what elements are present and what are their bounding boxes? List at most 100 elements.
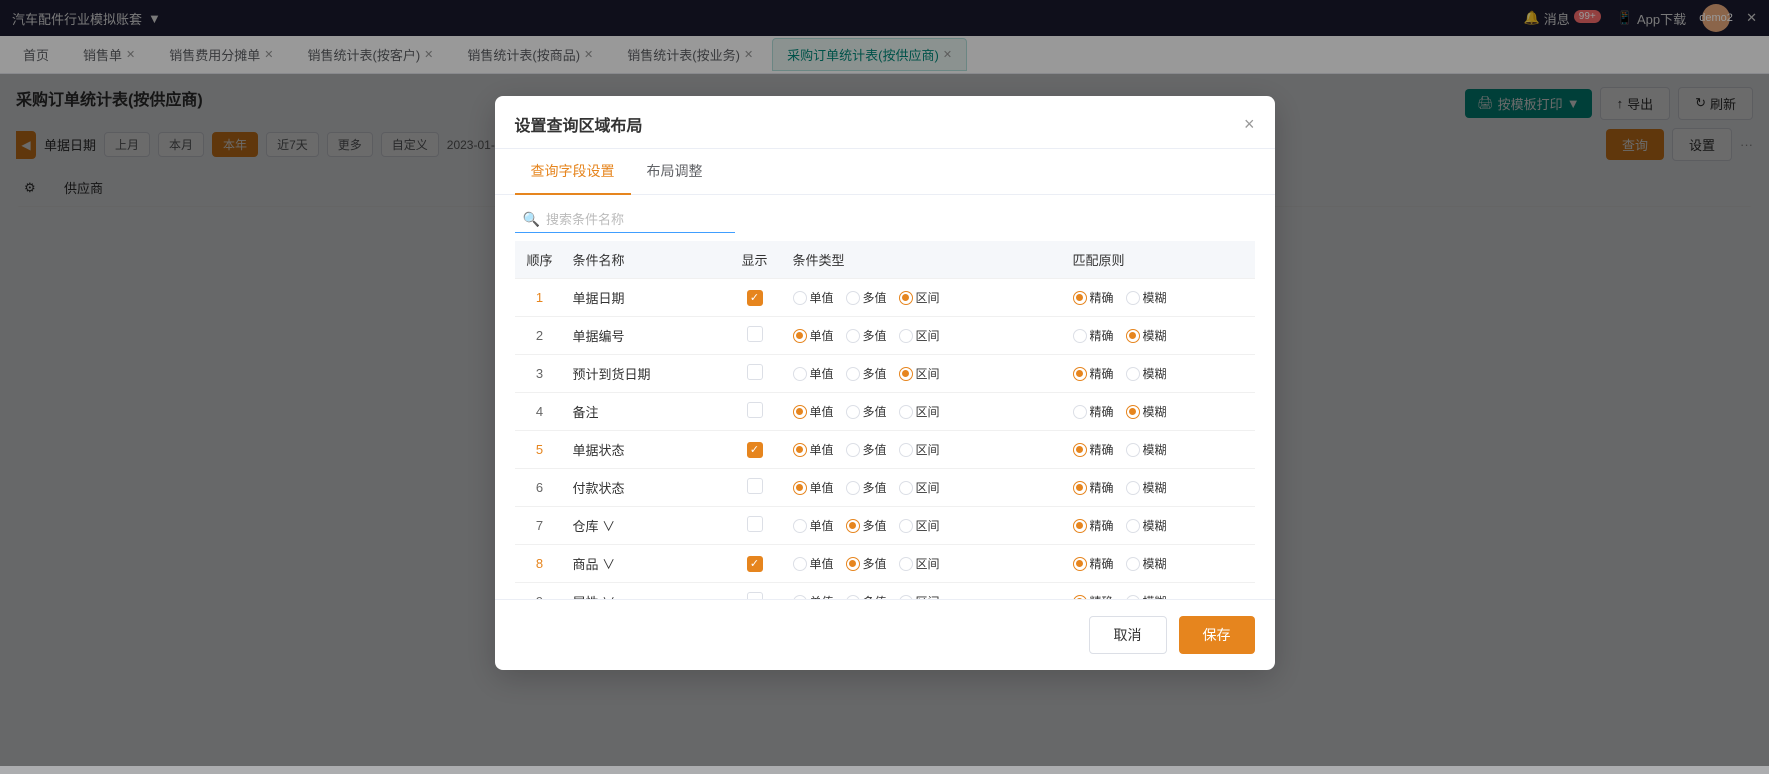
row7-order: 7 — [515, 512, 565, 539]
row3-display[interactable] — [725, 358, 785, 389]
row1-exact-radio[interactable]: 精确 — [1073, 289, 1114, 306]
row3-multi-radio[interactable]: 多值 — [846, 365, 887, 382]
dialog-close-button[interactable]: × — [1244, 115, 1255, 133]
cancel-button[interactable]: 取消 — [1089, 616, 1167, 654]
row8-range-radio[interactable]: 区间 — [899, 555, 940, 572]
row4-fuzzy-radio[interactable]: 模糊 — [1126, 403, 1167, 420]
row2-single-radio[interactable]: 单值 — [793, 327, 834, 344]
row6-fuzzy-circle — [1126, 481, 1140, 495]
row4-multi-radio[interactable]: 多值 — [846, 403, 887, 420]
row5-exact-radio[interactable]: 精确 — [1073, 441, 1114, 458]
row3-range-radio[interactable]: 区间 — [899, 365, 940, 382]
row1-fuzzy-radio[interactable]: 模糊 — [1126, 289, 1167, 306]
row1-display-checkbox[interactable] — [747, 290, 763, 306]
row8-exact-radio[interactable]: 精确 — [1073, 555, 1114, 572]
row8-display-checkbox[interactable] — [747, 556, 763, 572]
row2-exact-radio[interactable]: 精确 — [1073, 327, 1114, 344]
row4-multi-circle — [846, 405, 860, 419]
row7-multi-radio[interactable]: 多值 — [846, 517, 887, 534]
row4-display[interactable] — [725, 396, 785, 427]
row1-single-circle — [793, 291, 807, 305]
dialog-header: 设置查询区域布局 × — [495, 96, 1275, 149]
row2-fuzzy-radio[interactable]: 模糊 — [1126, 327, 1167, 344]
row4-fuzzy-circle — [1126, 405, 1140, 419]
row3-match-rule: 精确 模糊 — [1065, 359, 1265, 388]
row6-single-circle — [793, 481, 807, 495]
row6-multi-radio[interactable]: 多值 — [846, 479, 887, 496]
row3-single-radio[interactable]: 单值 — [793, 365, 834, 382]
row3-display-checkbox[interactable] — [747, 364, 763, 380]
row5-fuzzy-radio[interactable]: 模糊 — [1126, 441, 1167, 458]
row5-single-circle — [793, 443, 807, 457]
col-display: 显示 — [725, 244, 785, 275]
tab-query-fields[interactable]: 查询字段设置 — [515, 149, 631, 195]
row6-display-checkbox[interactable] — [747, 478, 763, 494]
row2-name: 单据编号 — [565, 320, 725, 351]
row4-exact-radio[interactable]: 精确 — [1073, 403, 1114, 420]
row2-display-checkbox[interactable] — [747, 326, 763, 342]
row7-range-radio[interactable]: 区间 — [899, 517, 940, 534]
save-button[interactable]: 保存 — [1179, 616, 1255, 654]
row8-match-rule: 精确 模糊 — [1065, 549, 1265, 578]
row6-single-radio[interactable]: 单值 — [793, 479, 834, 496]
row4-display-checkbox[interactable] — [747, 402, 763, 418]
row4-range-radio[interactable]: 区间 — [899, 403, 940, 420]
row5-range-circle — [899, 443, 913, 457]
search-box[interactable]: 🔍 — [515, 207, 735, 233]
row7-display-checkbox[interactable] — [747, 516, 763, 532]
row7-single-radio[interactable]: 单值 — [793, 517, 834, 534]
row8-fuzzy-circle — [1126, 557, 1140, 571]
row5-range-radio[interactable]: 区间 — [899, 441, 940, 458]
row1-display[interactable] — [725, 283, 785, 312]
row9-display[interactable] — [725, 586, 785, 599]
row1-range-circle — [899, 291, 913, 305]
row9-display-checkbox[interactable] — [747, 592, 763, 599]
row2-display[interactable] — [725, 320, 785, 351]
row5-multi-radio[interactable]: 多值 — [846, 441, 887, 458]
row8-fuzzy-radio[interactable]: 模糊 — [1126, 555, 1167, 572]
row2-range-radio[interactable]: 区间 — [899, 327, 940, 344]
row8-display[interactable] — [725, 549, 785, 578]
row8-order: 8 — [515, 550, 565, 577]
row1-name: 单据日期 — [565, 282, 725, 313]
row3-exact-radio[interactable]: 精确 — [1073, 365, 1114, 382]
row2-multi-circle — [846, 329, 860, 343]
row6-fuzzy-radio[interactable]: 模糊 — [1126, 479, 1167, 496]
row1-multi-radio[interactable]: 多值 — [846, 289, 887, 306]
row6-range-radio[interactable]: 区间 — [899, 479, 940, 496]
row7-fuzzy-radio[interactable]: 模糊 — [1126, 517, 1167, 534]
table-row: 8 商品 ∨ 单值 多值 — [515, 545, 1255, 583]
row5-order: 5 — [515, 436, 565, 463]
row6-exact-radio[interactable]: 精确 — [1073, 479, 1114, 496]
row1-single-radio[interactable]: 单值 — [793, 289, 834, 306]
row7-multi-circle — [846, 519, 860, 533]
row7-range-circle — [899, 519, 913, 533]
row7-display[interactable] — [725, 510, 785, 541]
search-input[interactable] — [546, 212, 726, 227]
dialog-table-header-area: 顺序 条件名称 显示 条件类型 匹配原则 — [495, 241, 1275, 279]
row4-single-radio[interactable]: 单值 — [793, 403, 834, 420]
row5-single-radio[interactable]: 单值 — [793, 441, 834, 458]
row8-multi-radio[interactable]: 多值 — [846, 555, 887, 572]
row2-multi-radio[interactable]: 多值 — [846, 327, 887, 344]
row1-range-radio[interactable]: 区间 — [899, 289, 940, 306]
row6-display[interactable] — [725, 472, 785, 503]
table-row: 5 单据状态 单值 多值 — [515, 431, 1255, 469]
row3-fuzzy-radio[interactable]: 模糊 — [1126, 365, 1167, 382]
row7-exact-radio[interactable]: 精确 — [1073, 517, 1114, 534]
row8-single-radio[interactable]: 单值 — [793, 555, 834, 572]
row4-name: 备注 — [565, 396, 725, 427]
row6-range-circle — [899, 481, 913, 495]
table-row: 9 属性 ∨ 单值 多值 — [515, 583, 1255, 599]
row4-single-circle — [793, 405, 807, 419]
settings-dialog: 设置查询区域布局 × 查询字段设置 布局调整 🔍 顺序 条件名称 显示 — [495, 96, 1275, 670]
tab-layout-adjust[interactable]: 布局调整 — [631, 149, 719, 195]
row2-single-circle — [793, 329, 807, 343]
row5-display[interactable] — [725, 435, 785, 464]
search-icon: 🔍 — [523, 211, 540, 228]
row5-display-checkbox[interactable] — [747, 442, 763, 458]
row3-condition-type: 单值 多值 区间 — [785, 359, 1065, 388]
row1-exact-circle — [1073, 291, 1087, 305]
row9-order: 9 — [515, 588, 565, 599]
row3-single-circle — [793, 367, 807, 381]
